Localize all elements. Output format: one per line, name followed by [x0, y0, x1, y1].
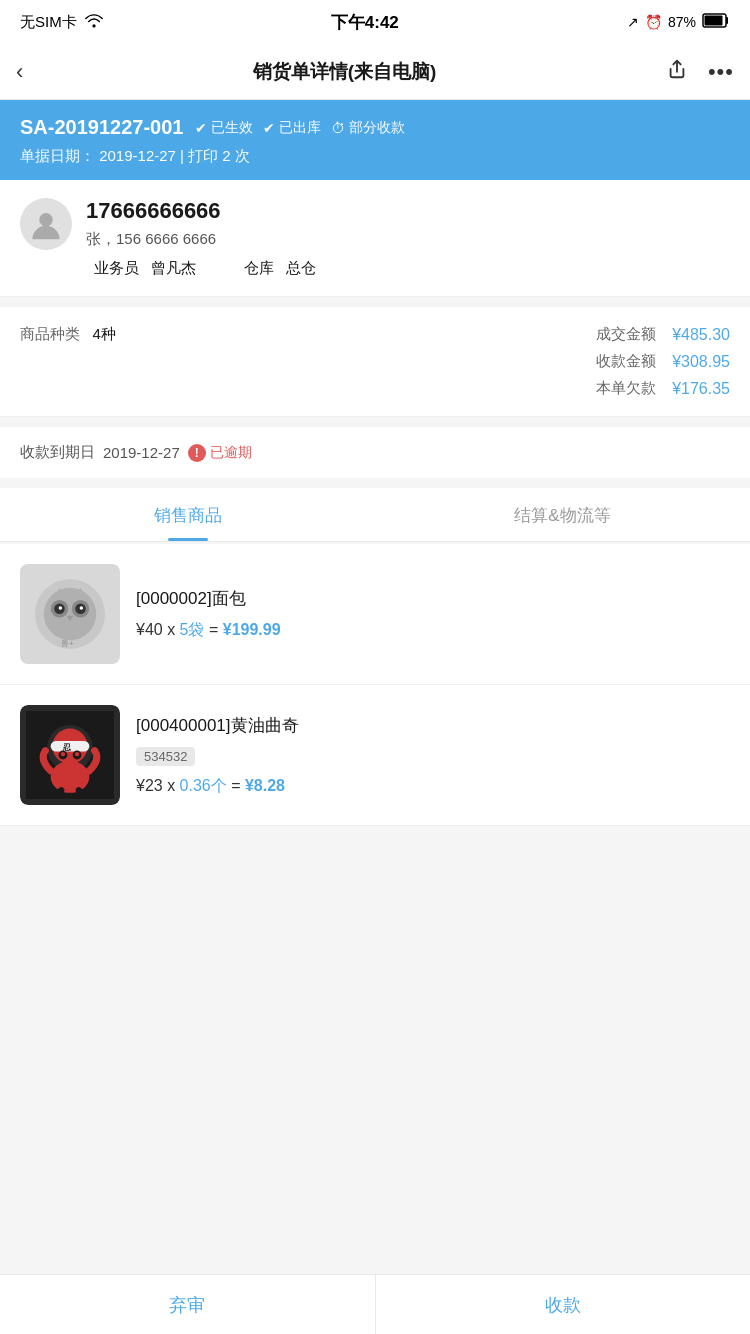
- product-image-2: 忍: [20, 705, 120, 805]
- product-info-1: [0000002]面包 ¥40 x 5袋 = ¥199.99: [136, 587, 730, 641]
- product-price-2: ¥23 x 0.36个 = ¥8.28: [136, 776, 730, 797]
- svg-point-10: [80, 606, 84, 610]
- received-row: 收款金额 ¥308.95: [596, 352, 730, 371]
- status-bar: 无SIM卡 下午4:42 ↗ ⏰ 87%: [0, 0, 750, 44]
- status-right: ↗ ⏰ 87%: [627, 13, 730, 31]
- received-label: 收款金额: [596, 352, 656, 371]
- svg-rect-1: [704, 16, 722, 26]
- tab-settlement[interactable]: 结算&物流等: [375, 488, 750, 541]
- product-total-2: ¥8.28: [245, 777, 285, 794]
- product-price-1: ¥40 x 5袋 = ¥199.99: [136, 620, 730, 641]
- customer-section: 17666666666 张，156 6666 6666 业务员 曾凡杰 仓库 总…: [0, 180, 750, 297]
- debt-row: 本单欠款 ¥176.35: [596, 379, 730, 398]
- battery-label: 87%: [668, 14, 696, 30]
- overdue-icon: !: [188, 444, 206, 462]
- product-unit-price-2: ¥23 x: [136, 777, 180, 794]
- status-left: 无SIM卡: [20, 13, 103, 32]
- tab-products[interactable]: 销售商品: [0, 488, 375, 541]
- svg-point-9: [59, 606, 63, 610]
- product-qty-2: 0.36个: [180, 777, 227, 794]
- overdue-text: 已逾期: [210, 444, 252, 462]
- print-separator: |: [180, 147, 188, 164]
- customer-phone: 17666666666: [86, 198, 730, 224]
- confirm-button[interactable]: 收款: [376, 1275, 751, 1334]
- order-header: SA-20191227-001 ✔ 已生效 ✔ 已出库 ⏱ 部分收款 单据日期：…: [0, 100, 750, 180]
- badge-partial: ⏱ 部分收款: [331, 119, 405, 137]
- product-total-1: ¥199.99: [223, 621, 281, 638]
- clock-icon: ⏱: [331, 120, 345, 136]
- salesperson-label: 业务员: [94, 259, 139, 276]
- product-qty-1: 5袋: [180, 621, 205, 638]
- amount-label: 成交金额: [596, 325, 656, 344]
- product-thumbnail-2: 忍: [20, 705, 120, 805]
- product-item-2: 忍 [000400001]黄油曲奇 5: [0, 685, 750, 826]
- amount-value: ¥485.30: [672, 326, 730, 344]
- overdue-badge: ! 已逾期: [188, 444, 252, 462]
- check-icon-2: ✔: [263, 120, 275, 136]
- badge-effective: ✔ 已生效: [195, 119, 253, 137]
- check-icon-1: ✔: [195, 120, 207, 136]
- due-date-value: 2019-12-27: [103, 444, 180, 461]
- customer-info: 17666666666 张，156 6666 6666 业务员 曾凡杰 仓库 总…: [86, 198, 730, 278]
- nav-bar: ‹ 销货单详情(来自电脑) •••: [0, 44, 750, 100]
- warehouse-value: 总仓: [286, 259, 316, 276]
- status-time: 下午4:42: [331, 11, 399, 34]
- type-label: 商品种类: [20, 325, 80, 342]
- order-id: SA-20191227-001: [20, 116, 183, 139]
- received-value: ¥308.95: [672, 353, 730, 371]
- svg-point-21: [51, 761, 90, 793]
- customer-name: 张，156 6666 6666: [86, 230, 730, 249]
- cancel-button[interactable]: 弃审: [0, 1275, 376, 1334]
- share-icon[interactable]: [666, 58, 688, 86]
- location-icon: ↗: [627, 14, 639, 30]
- due-date-section: 收款到期日 2019-12-27 ! 已逾期: [0, 427, 750, 478]
- debt-value: ¥176.35: [672, 380, 730, 398]
- summary-right: 成交金额 ¥485.30 收款金额 ¥308.95 本单欠款 ¥176.35: [596, 325, 730, 398]
- order-date-row: 单据日期： 2019-12-27 | 打印 2 次: [20, 147, 730, 166]
- tabs-section: 销售商品 结算&物流等: [0, 488, 750, 542]
- bottom-bar: 弃审 收款: [0, 1274, 750, 1334]
- product-types-row: 商品种类 4种: [20, 325, 116, 344]
- alarm-icon: ⏰: [645, 14, 662, 30]
- svg-text:忍: 忍: [62, 743, 72, 752]
- svg-point-19: [61, 752, 65, 756]
- page-title: 销货单详情(来自电脑): [253, 59, 437, 85]
- print-count: 2: [222, 147, 230, 164]
- due-date-label: 收款到期日: [20, 443, 95, 462]
- customer-meta: 业务员 曾凡杰 仓库 总仓: [86, 259, 730, 278]
- product-unit-price-1: ¥40 x: [136, 621, 180, 638]
- sim-label: 无SIM卡: [20, 13, 77, 32]
- svg-point-20: [75, 752, 79, 756]
- type-value: 4种: [92, 325, 115, 342]
- back-button[interactable]: ‹: [16, 59, 23, 85]
- product-tag-2: 534532: [136, 747, 195, 766]
- print-label: 打印: [188, 147, 218, 164]
- date-label: 单据日期：: [20, 147, 95, 164]
- wifi-icon: [85, 14, 103, 31]
- status-badges: ✔ 已生效 ✔ 已出库 ⏱ 部分收款: [195, 119, 405, 137]
- salesperson-item: 业务员 曾凡杰: [86, 259, 196, 278]
- product-info-2: [000400001]黄油曲奇 534532 ¥23 x 0.36个 = ¥8.…: [136, 714, 730, 797]
- warehouse-label: 仓库: [244, 259, 274, 276]
- nav-actions: •••: [666, 58, 734, 86]
- product-name-1: [0000002]面包: [136, 587, 730, 610]
- product-image-1: 兽+: [20, 564, 120, 664]
- more-icon[interactable]: •••: [708, 59, 734, 85]
- product-name-2: [000400001]黄油曲奇: [136, 714, 730, 737]
- product-item-1: 兽+ [0000002]面包 ¥40 x 5袋 = ¥199.99: [0, 544, 750, 685]
- print-suffix: 次: [235, 147, 250, 164]
- summary-section: 商品种类 4种 成交金额 ¥485.30 收款金额 ¥308.95 本单欠款 ¥…: [0, 307, 750, 417]
- debt-label: 本单欠款: [596, 379, 656, 398]
- warehouse-item: 仓库 总仓: [236, 259, 316, 278]
- products-section: 兽+ [0000002]面包 ¥40 x 5袋 = ¥199.99 忍: [0, 544, 750, 826]
- svg-text:兽+: 兽+: [61, 639, 74, 648]
- customer-avatar: [20, 198, 72, 250]
- battery-icon: [702, 13, 730, 31]
- svg-point-2: [39, 213, 53, 227]
- amount-row: 成交金额 ¥485.30: [596, 325, 730, 344]
- summary-left: 商品种类 4种: [20, 325, 116, 344]
- date-value: 2019-12-27: [99, 147, 176, 164]
- salesperson-value: 曾凡杰: [151, 259, 196, 276]
- badge-shipped: ✔ 已出库: [263, 119, 321, 137]
